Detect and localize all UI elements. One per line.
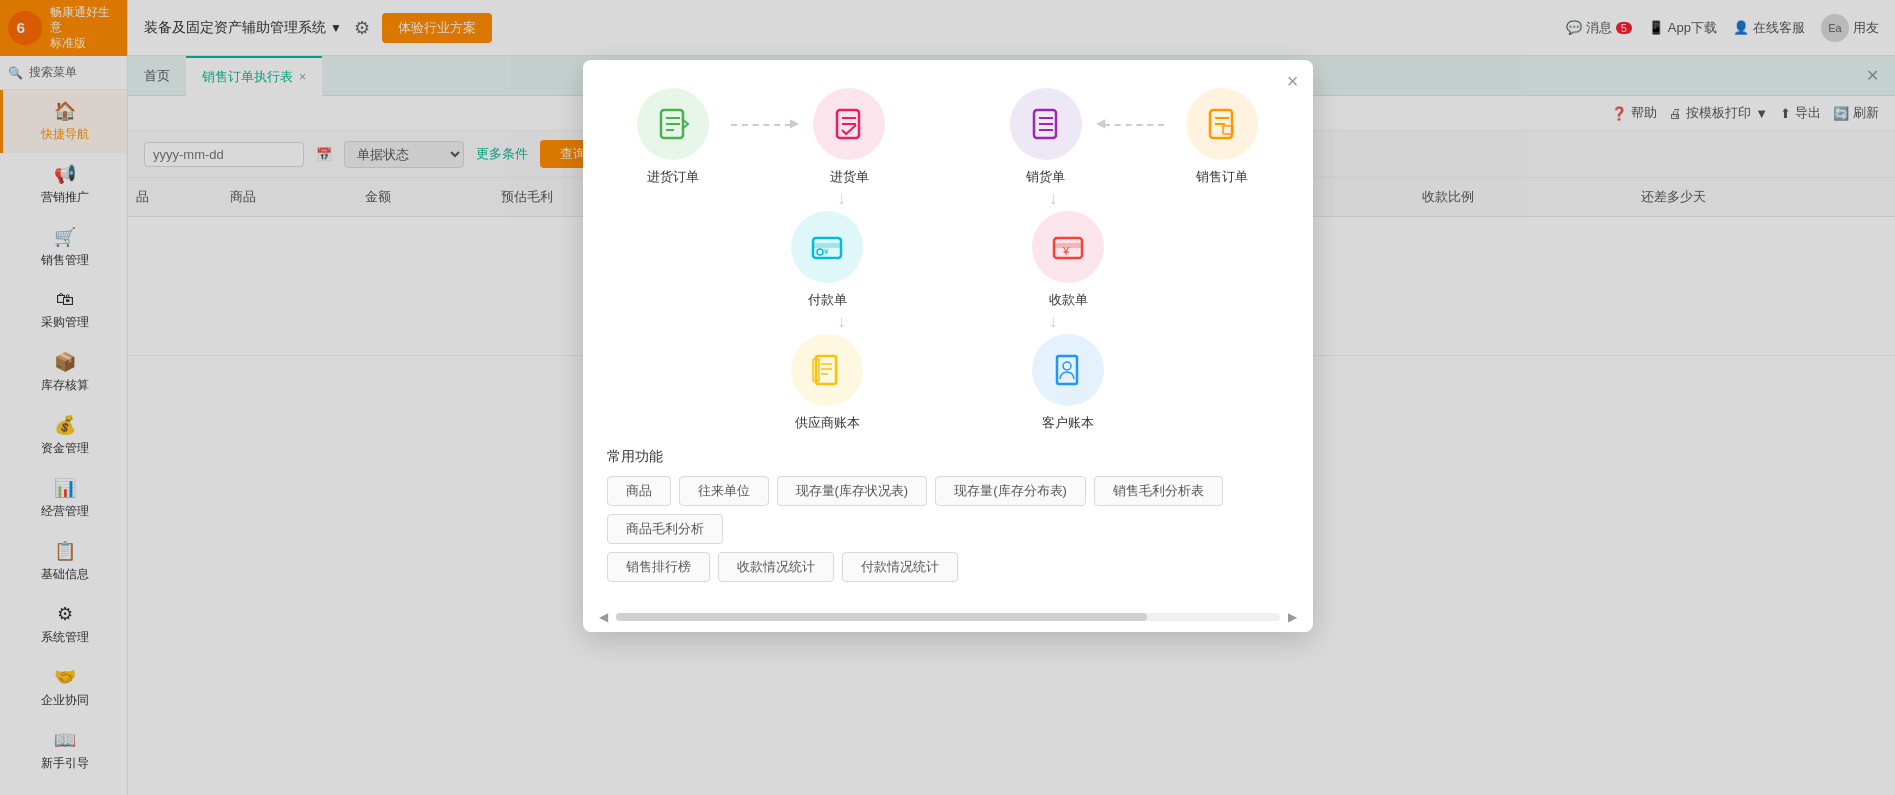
func-btn-payment-stats[interactable]: 付款情况统计 [842,552,958,582]
arrow-left-1: ◀ [1104,124,1164,126]
flow-item-payment[interactable]: ¥ 付款单 [747,211,908,309]
flow-row-1: 进货订单 ▶ 进货单 [615,88,1281,186]
sales-slip-circle [1010,88,1082,160]
purchase-slip-label: 进货单 [830,168,869,186]
arrow-down-row-2: ↓ ↓ [615,309,1281,334]
modal-close-btn[interactable]: × [1287,70,1299,93]
payment-circle: ¥ [791,211,863,283]
common-func-title: 常用功能 [607,448,1289,466]
scrollbar-left-arrow[interactable]: ◀ [599,610,608,624]
flow-diagram: 进货订单 ▶ 进货单 [583,60,1313,440]
func-btns-row1: 商品 往来单位 现存量(库存状况表) 现存量(库存分布表) 销售毛利分析表 商品… [607,476,1289,544]
func-btn-sales-gross[interactable]: 销售毛利分析表 [1094,476,1223,506]
supplier-ledger-label: 供应商账本 [795,414,860,432]
scrollbar-track[interactable] [616,613,1280,621]
purchase-slip-circle [813,88,885,160]
arrow-down-sales: ↓ [1017,188,1089,209]
svg-text:¥: ¥ [1062,245,1070,257]
flow-item-receipt[interactable]: ¥ 收款单 [988,211,1149,309]
purchase-order-label: 进货订单 [647,168,699,186]
scrollbar-right-arrow[interactable]: ▶ [1288,610,1297,624]
func-btn-partner[interactable]: 往来单位 [679,476,769,506]
sales-order-label: 销售订单 [1196,168,1248,186]
flow-item-sales-slip[interactable]: 销货单 [988,88,1105,186]
func-btn-stock-status[interactable]: 现存量(库存状况表) [777,476,928,506]
svg-point-30 [1063,362,1071,370]
customer-ledger-circle [1032,334,1104,406]
modal: × 进货订单 ▶ [583,60,1313,632]
svg-text:¥: ¥ [823,247,829,256]
scrollbar-thumb [616,613,1147,621]
supplier-ledger-circle [791,334,863,406]
receipt-label: 收款单 [1049,291,1088,309]
customer-ledger-label: 客户账本 [1042,414,1094,432]
arrow-down-row: ↓ ↓ [615,186,1281,211]
sales-order-circle [1186,88,1258,160]
func-btn-sales-rank[interactable]: 销售排行榜 [607,552,710,582]
sales-slip-label: 销货单 [1026,168,1065,186]
purchase-order-circle [637,88,709,160]
func-btn-stock-dist[interactable]: 现存量(库存分布表) [935,476,1086,506]
payment-label: 付款单 [808,291,847,309]
receipt-circle: ¥ [1032,211,1104,283]
svg-point-19 [817,249,823,255]
common-func-area: 常用功能 商品 往来单位 现存量(库存状况表) 现存量(库存分布表) 销售毛利分… [583,440,1313,606]
flow-item-sales-order[interactable]: 销售订单 [1164,88,1281,186]
flow-item-supplier-ledger[interactable]: 供应商账本 [747,334,908,432]
arrow-right-1: ▶ [731,124,791,126]
arrow-down-receipt: ↓ [1017,311,1089,332]
func-btns-row2: 销售排行榜 收款情况统计 付款情况统计 [607,552,1289,582]
flow-item-purchase-slip[interactable]: 进货单 [791,88,908,186]
flow-item-customer-ledger[interactable]: 客户账本 [988,334,1149,432]
func-btn-receipt-stats[interactable]: 收款情况统计 [718,552,834,582]
flow-row-2: ¥ 付款单 ¥ 收款单 [615,211,1281,309]
arrow-down-purchase: ↓ [806,188,878,209]
func-btn-product[interactable]: 商品 [607,476,671,506]
modal-scrollbar: ◀ ▶ [583,606,1313,632]
flow-item-purchase-order[interactable]: 进货订单 [615,88,732,186]
flow-row-3: 供应商账本 客户账本 [615,334,1281,432]
arrow-down-payment: ↓ [806,311,878,332]
modal-overlay[interactable]: × 进货订单 ▶ [0,0,1895,795]
func-btn-product-gross[interactable]: 商品毛利分析 [607,514,723,544]
